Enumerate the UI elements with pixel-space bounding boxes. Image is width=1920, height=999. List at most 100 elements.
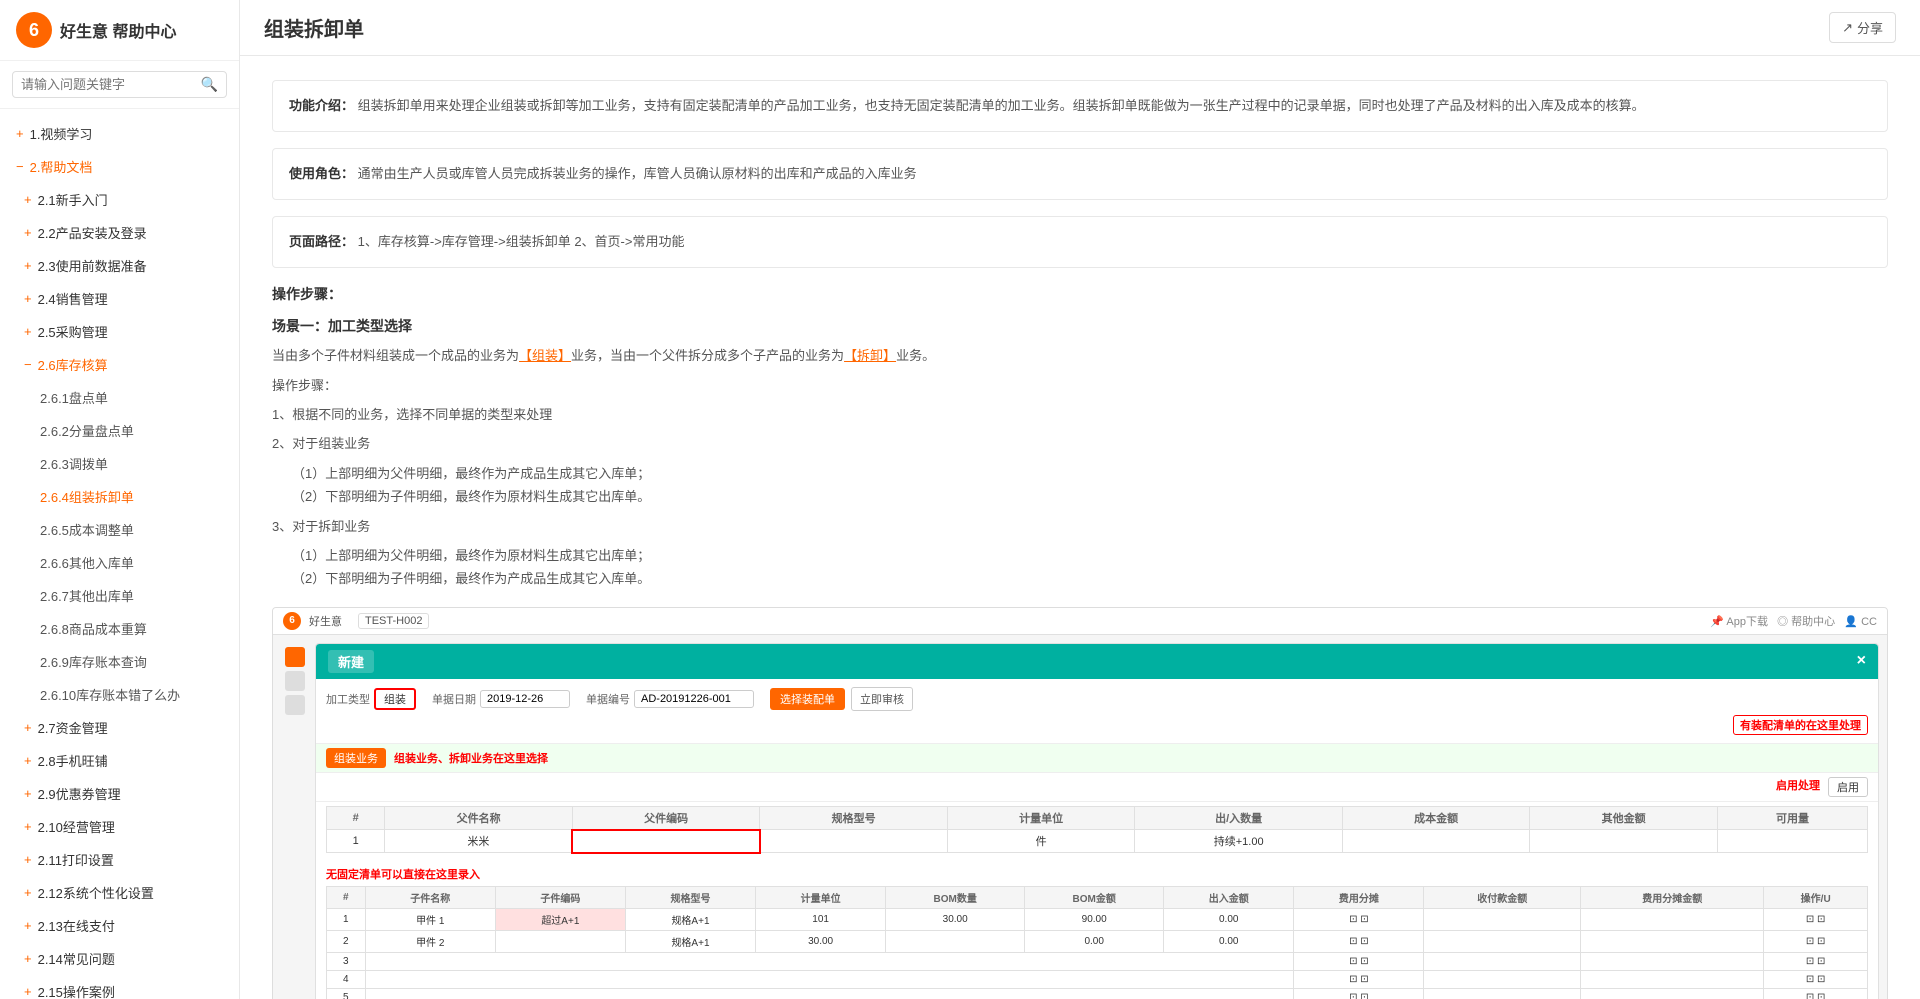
date-input[interactable] — [480, 690, 570, 708]
sidebar-item-video[interactable]: + 1.视频学习 — [0, 117, 239, 150]
annotation1-text-row: 有装配清单的在这里处理 — [326, 715, 1868, 735]
enable-row: 启用处理 启用 — [316, 773, 1878, 802]
sub-td-5: 5 — [327, 988, 366, 999]
enable-toggle[interactable]: 启用 — [1828, 777, 1868, 797]
sub-td-op1[interactable]: ⊡ ⊡ — [1764, 908, 1868, 930]
scenario1-desc: 当由多个子件材料组装成一个成品的业务为【组装】业务，当由一个父件拆分成多个子产品… — [272, 344, 1888, 367]
sub-th-code: 子件编码 — [495, 886, 625, 908]
dialog-close-btn[interactable]: × — [1857, 652, 1866, 670]
sub-th-spec: 规格型号 — [625, 886, 755, 908]
sidebar-item-faq-label: 2.14常见问题 — [38, 949, 115, 968]
sidebar-item-install-label: 2.2产品安装及登录 — [38, 223, 147, 242]
search-icon[interactable]: 🔍 — [201, 76, 218, 93]
sidebar-item-inventory-label: 2.6库存核算 — [38, 355, 108, 374]
sub-td-code2 — [495, 930, 625, 952]
sidebar-item-capital[interactable]: + 2.7资金管理 — [0, 711, 239, 744]
sidebar-item-newbie[interactable]: + 2.1新手入门 — [0, 183, 239, 216]
type-input[interactable]: 组装 — [374, 688, 416, 710]
path-text: 1、库存核算->库存管理->组装拆卸单 2、首页->常用功能 — [358, 234, 685, 249]
sidebar-item-adjust[interactable]: 2.6.3调拨单 — [0, 447, 239, 480]
intro-text: 组装拆卸单用来处理企业组装或拆卸等加工业务，支持有固定装配清单的产品加工业务，也… — [358, 98, 1645, 113]
sidebar-item-stockcheck[interactable]: 2.6.9库存账本查询 — [0, 645, 239, 678]
search-input[interactable] — [21, 77, 201, 92]
sidebar-item-custom[interactable]: + 2.12系统个性化设置 — [0, 876, 239, 909]
sidebar-item-docs[interactable]: − 2.帮助文档 — [0, 150, 239, 183]
sidebar-item-prepare[interactable]: + 2.3使用前数据准备 — [0, 249, 239, 282]
sidebar-item-sales[interactable]: + 2.4销售管理 — [0, 282, 239, 315]
share-icon: ↗ — [1842, 20, 1853, 36]
sub-td-code1: 超过A+1 — [495, 908, 625, 930]
sub-td-empty5 — [365, 988, 1294, 999]
sidebar: 6 好生意 帮助中心 🔍 + 1.视频学习 − 2.帮助文档 + 2.1新手入门… — [0, 0, 240, 999]
sidebar-item-cases-label: 2.15操作案例 — [38, 982, 115, 999]
sidebar-item-stockerr-label: 2.6.10库存账本错了么办 — [40, 685, 180, 704]
dialog-title-bar: 新建 × — [316, 644, 1878, 679]
sidebar-item-custom-label: 2.12系统个性化设置 — [38, 883, 154, 902]
type-field: 加工类型 组装 — [326, 688, 416, 710]
tab-new[interactable]: 新建 — [328, 650, 374, 673]
th-num: # — [327, 806, 385, 830]
th-unit: 计量单位 — [947, 806, 1135, 830]
main-content: 功能介绍： 组装拆卸单用来处理企业组装或拆卸等加工业务，支持有固定装配清单的产品… — [240, 56, 1920, 999]
sub-header-row: # 子件名称 子件编码 规格型号 计量单位 BOM数量 BOM金额 出入金额 费 — [327, 886, 1868, 908]
sidebar-item-stockcount-label: 2.6.1盘点单 — [40, 388, 108, 407]
icon2 — [285, 671, 305, 691]
sub-th-bom-amt: BOM金额 — [1025, 886, 1164, 908]
sidebar-item-assembly[interactable]: 2.6.4组装拆卸单 — [0, 480, 239, 513]
sub-td-pay5 — [1424, 988, 1581, 999]
sidebar-item-newbie-label: 2.1新手入门 — [38, 190, 108, 209]
sidebar-item-operation-label: 2.10经营管理 — [38, 817, 115, 836]
plus-icon13: + — [24, 918, 32, 933]
plus-icon9: + — [24, 786, 32, 801]
sub-td-op2[interactable]: ⊡ ⊡ — [1764, 930, 1868, 952]
scenario1-title: 场景一：加工类型选择 — [272, 316, 1888, 336]
th-qty: 出/入数量 — [1135, 806, 1342, 830]
sidebar-item-inother-label: 2.6.6其他入库单 — [40, 553, 134, 572]
plus-icon14: + — [24, 951, 32, 966]
sidebar-item-install[interactable]: + 2.2产品安装及登录 — [0, 216, 239, 249]
sidebar-item-online[interactable]: + 2.13在线支付 — [0, 909, 239, 942]
sub-td-op4[interactable]: ⊡ ⊡ — [1764, 970, 1868, 988]
sub-td-bomqty1: 30.00 — [886, 908, 1025, 930]
th-name: 父件名称 — [385, 806, 573, 830]
sidebar-item-operation[interactable]: + 2.10经营管理 — [0, 810, 239, 843]
num-input[interactable] — [634, 690, 754, 708]
sub-th-alloc2: 费用分摊金额 — [1581, 886, 1764, 908]
sub-th-name: 子件名称 — [365, 886, 495, 908]
sub-td-ioamt1: 0.00 — [1164, 908, 1294, 930]
sub-td-unit1: 101 — [756, 908, 886, 930]
sidebar-item-goodscost[interactable]: 2.6.8商品成本重算 — [0, 612, 239, 645]
sidebar-item-coupon-label: 2.9优惠券管理 — [38, 784, 121, 803]
role-box: 使用角色： 通常由生产人员或库管人员完成拆装业务的操作，库管人员确认原材料的出库… — [272, 148, 1888, 200]
sidebar-item-print[interactable]: + 2.11打印设置 — [0, 843, 239, 876]
sidebar-item-inother[interactable]: 2.6.6其他入库单 — [0, 546, 239, 579]
sub-td-op5[interactable]: ⊡ ⊡ — [1764, 988, 1868, 999]
main-layout: 新建 × 加工类型 组装 — [281, 643, 1879, 999]
sidebar-item-stockerr[interactable]: 2.6.10库存账本错了么办 — [0, 678, 239, 711]
select-btn[interactable]: 选择装配单 — [770, 688, 845, 710]
sidebar-item-inventory[interactable]: − 2.6库存核算 — [0, 348, 239, 381]
sidebar-item-cases[interactable]: + 2.15操作案例 — [0, 975, 239, 999]
sidebar-item-coupon[interactable]: + 2.9优惠券管理 — [0, 777, 239, 810]
sidebar-item-mobile[interactable]: + 2.8手机旺铺 — [0, 744, 239, 777]
path-label: 页面路径： — [289, 234, 354, 249]
sub-td-alloc23 — [1581, 952, 1764, 970]
sidebar-item-purchase-label: 2.5采购管理 — [38, 322, 108, 341]
submit-btn[interactable]: 立即审核 — [851, 687, 913, 711]
sidebar-item-purchase[interactable]: + 2.5采购管理 — [0, 315, 239, 348]
steps-intro: 操作步骤： — [272, 374, 1888, 397]
sidebar-item-outother[interactable]: 2.6.7其他出库单 — [0, 579, 239, 612]
sidebar-item-capital-label: 2.7资金管理 — [38, 718, 108, 737]
sidebar-item-stockcount[interactable]: 2.6.1盘点单 — [0, 381, 239, 414]
sidebar-item-faq[interactable]: + 2.14常见问题 — [0, 942, 239, 975]
sub-td-alloc4: ⊡ ⊡ — [1294, 970, 1424, 988]
sub-td-op3[interactable]: ⊡ ⊡ — [1764, 952, 1868, 970]
sidebar-item-costadj[interactable]: 2.6.5成本调整单 — [0, 513, 239, 546]
sidebar-item-splitcount[interactable]: 2.6.2分量盘点单 — [0, 414, 239, 447]
sub-row-4: 4 ⊡ ⊡ ⊡ ⊡ — [327, 970, 1868, 988]
th-other: 其他金额 — [1530, 806, 1718, 830]
sub-td-bomamt2: 0.00 — [1025, 930, 1164, 952]
share-button[interactable]: ↗ 分享 — [1829, 12, 1896, 43]
sub-td-spec1: 规格A+1 — [625, 908, 755, 930]
sub-table-area: 无固定清单可以直接在这里录入 # 子件名称 子件编码 规格型号 计量 — [316, 862, 1878, 999]
